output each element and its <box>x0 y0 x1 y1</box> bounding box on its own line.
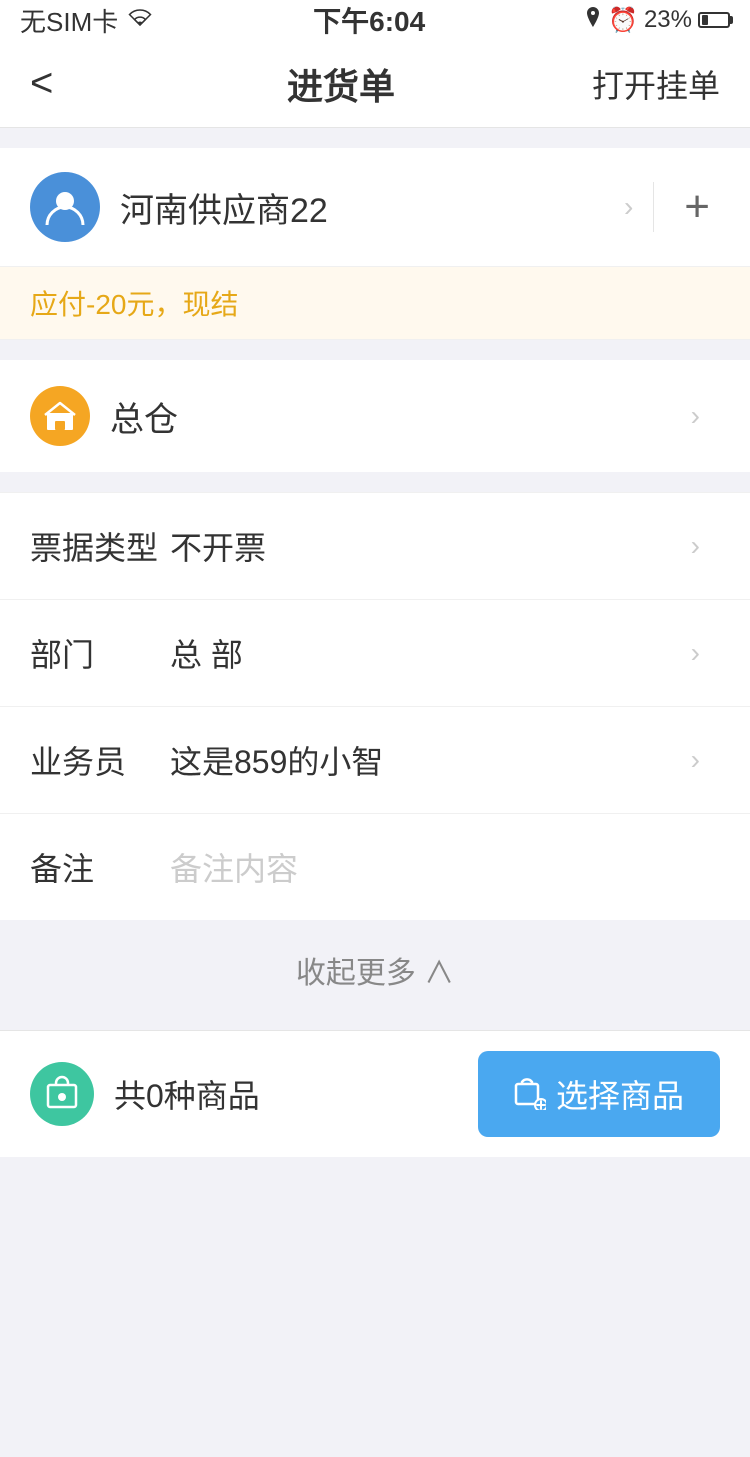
department-chevron-icon: › <box>691 637 700 669</box>
battery-percent: 23% <box>644 6 692 34</box>
supplier-name: 河南供应商22 <box>120 183 624 232</box>
product-icon <box>30 1062 94 1126</box>
salesperson-row[interactable]: 业务员 这是859的小智 › <box>0 706 750 813</box>
open-pending-button[interactable]: 打开挂单 <box>592 61 720 107</box>
status-bar: 无SIM卡 下午6:04 ⏰ 23% <box>0 0 750 40</box>
location-icon <box>584 6 602 34</box>
supplier-section: 河南供应商22 › + 应付-20元，现结 <box>0 148 750 340</box>
remark-input[interactable]: 备注内容 <box>170 844 720 890</box>
carrier-text: 无SIM卡 <box>20 2 118 39</box>
form-section: 票据类型 不开票 › 部门 总 部 › 业务员 这是859的小智 › 备注 备注… <box>0 492 750 920</box>
section-gap-2 <box>0 340 750 360</box>
warehouse-name: 总仓 <box>110 392 691 441</box>
supplier-chevron-icon: › <box>624 191 633 223</box>
battery-icon <box>698 12 730 28</box>
supplier-avatar <box>30 172 100 242</box>
divider <box>653 182 654 232</box>
salesperson-value: 这是859的小智 <box>170 737 691 783</box>
select-product-label: 选择商品 <box>556 1071 684 1117</box>
department-row[interactable]: 部门 总 部 › <box>0 599 750 706</box>
invoice-type-value: 不开票 <box>170 523 691 569</box>
remark-label: 备注 <box>30 844 170 890</box>
status-time: 下午6:04 <box>313 0 425 40</box>
invoice-type-label: 票据类型 <box>30 523 170 569</box>
select-product-button[interactable]: 选择商品 <box>478 1051 720 1137</box>
nav-bar: < 进货单 打开挂单 <box>0 40 750 128</box>
status-left: 无SIM卡 <box>20 2 154 39</box>
section-gap-4 <box>0 1020 750 1030</box>
wifi-icon <box>126 5 154 36</box>
status-right: ⏰ 23% <box>584 6 730 35</box>
warehouse-chevron-icon: › <box>691 400 700 432</box>
salesperson-label: 业务员 <box>30 737 170 783</box>
add-supplier-button[interactable]: + <box>674 182 720 232</box>
section-gap-3 <box>0 472 750 492</box>
invoice-type-row[interactable]: 票据类型 不开票 › <box>0 492 750 599</box>
remark-row[interactable]: 备注 备注内容 <box>0 813 750 920</box>
content-area <box>0 1157 750 1457</box>
alarm-icon: ⏰ <box>608 6 638 35</box>
page-title: 进货单 <box>287 58 395 110</box>
warehouse-icon <box>30 386 90 446</box>
salesperson-chevron-icon: › <box>691 744 700 776</box>
notice-text: 应付-20元，现结 <box>30 289 238 320</box>
supplier-row[interactable]: 河南供应商22 › + <box>0 148 750 267</box>
invoice-type-chevron-icon: › <box>691 530 700 562</box>
warehouse-section: 总仓 › <box>0 360 750 472</box>
notice-banner: 应付-20元，现结 <box>0 267 750 340</box>
department-label: 部门 <box>30 630 170 676</box>
bottom-bar: 共0种商品 选择商品 <box>0 1030 750 1157</box>
collapse-label: 收起更多 ∧ <box>296 948 454 992</box>
section-gap-1 <box>0 128 750 148</box>
product-count-text: 共0种商品 <box>114 1071 478 1117</box>
warehouse-row[interactable]: 总仓 › <box>0 360 750 472</box>
department-value: 总 部 <box>170 630 691 676</box>
back-button[interactable]: < <box>30 61 90 106</box>
collapse-row[interactable]: 收起更多 ∧ <box>0 920 750 1020</box>
